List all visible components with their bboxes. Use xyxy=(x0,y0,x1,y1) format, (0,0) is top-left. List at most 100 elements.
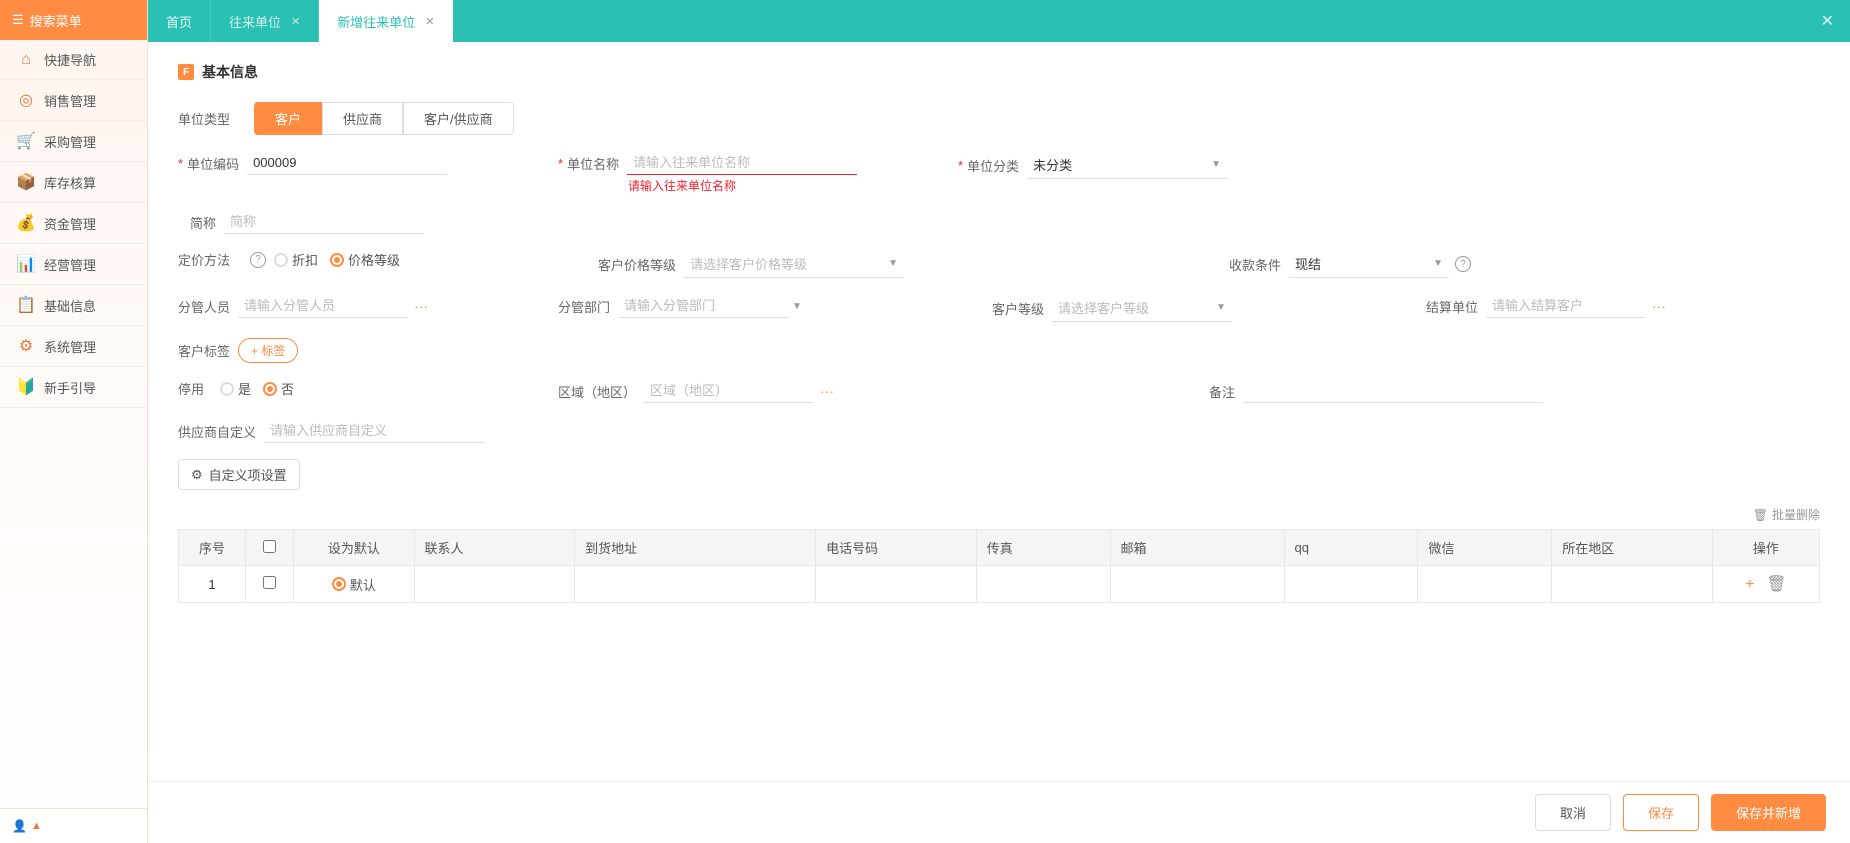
qq-input[interactable] xyxy=(1295,577,1408,592)
delete-row-button[interactable]: 🗑 xyxy=(1766,576,1786,593)
sidebar-item-basic-info[interactable]: 📋 基础信息 xyxy=(0,285,147,326)
wechat-input[interactable] xyxy=(1428,577,1541,592)
th-contact: 联系人 xyxy=(414,530,575,566)
pricing-group: 定价方法 ? 折扣 价格等级 xyxy=(178,250,558,269)
section-basic-info: F 基本信息 xyxy=(178,62,1820,82)
short-name-input[interactable] xyxy=(224,210,424,234)
th-checkbox xyxy=(245,530,293,566)
add-tag-button[interactable]: + 标签 xyxy=(238,338,298,363)
unit-code-input[interactable] xyxy=(247,151,447,175)
customer-level-select[interactable]: 请选择客户等级 ▼ xyxy=(1052,294,1232,322)
tag-group: 客户标签 + 标签 xyxy=(178,338,1820,363)
pricing-hint-icon[interactable]: ? xyxy=(250,252,266,268)
fax-input[interactable] xyxy=(987,577,1100,592)
department-group: 分管部门 ▼ xyxy=(558,294,952,318)
custom-settings-button[interactable]: ⚙ 自定义项设置 xyxy=(178,459,300,490)
cancel-button[interactable]: 取消 xyxy=(1535,794,1611,831)
type-btn-supplier[interactable]: 供应商 xyxy=(322,102,403,135)
unit-name-input[interactable] xyxy=(627,151,857,175)
save-new-button[interactable]: 保存并新增 xyxy=(1711,794,1826,831)
settlement-more-dots[interactable]: ··· xyxy=(1652,298,1666,314)
sidebar-item-inventory[interactable]: 📦 库存核算 xyxy=(0,162,147,203)
unit-category-select[interactable]: 未分类 ▼ xyxy=(1027,151,1227,179)
disable-radio-group: 是 否 xyxy=(220,379,294,398)
customer-level-label: 客户等级 xyxy=(992,299,1044,318)
address-input[interactable] xyxy=(585,577,805,592)
sidebar-item-purchase[interactable]: 🛒 采购管理 xyxy=(0,121,147,162)
tab-partner-new[interactable]: 新增往来单位 ✕ xyxy=(319,0,453,42)
sidebar-item-finance[interactable]: 💰 资金管理 xyxy=(0,203,147,244)
remark-group: 备注 xyxy=(1209,379,1820,403)
sidebar-bottom[interactable]: 👤 ▲ xyxy=(0,808,147,843)
phone-input[interactable] xyxy=(826,577,966,592)
radio-yes[interactable]: 是 xyxy=(220,379,251,398)
finance-icon: 💰 xyxy=(16,213,36,233)
customer-price-label: 客户价格等级 xyxy=(598,255,676,274)
th-email: 邮箱 xyxy=(1110,530,1284,566)
save-button[interactable]: 保存 xyxy=(1623,794,1699,831)
row-region xyxy=(1552,566,1713,603)
disable-label: 停用 xyxy=(178,379,204,398)
unit-name-label: 单位名称 xyxy=(567,154,619,173)
tag-row: 客户标签 + 标签 xyxy=(178,338,1820,363)
tab-partner-new-close[interactable]: ✕ xyxy=(425,15,434,28)
type-btn-both[interactable]: 客户/供应商 xyxy=(403,102,514,135)
customer-price-select[interactable]: 请选择客户价格等级 ▼ xyxy=(684,250,904,278)
region-row-input[interactable] xyxy=(1562,577,1702,592)
sidebar-item-label: 快捷导航 xyxy=(44,50,96,69)
payment-hint-icon[interactable]: ? xyxy=(1455,256,1471,272)
manager-row: 分管人员 ··· 分管部门 ▼ 客户等级 请选择客户等级 ▼ 结算单位 ··· xyxy=(178,294,1820,322)
tab-partner-list[interactable]: 往来单位 ✕ xyxy=(211,0,319,42)
tab-partner-new-label: 新增往来单位 xyxy=(337,12,415,31)
batch-delete-button[interactable]: 🗑 批量删除 xyxy=(1753,506,1820,523)
supplier-custom-input[interactable] xyxy=(264,419,484,443)
tab-home[interactable]: 首页 xyxy=(148,0,211,42)
department-input[interactable] xyxy=(618,294,788,318)
region-input[interactable] xyxy=(644,379,814,403)
supplier-custom-group: 供应商自定义 xyxy=(178,419,558,443)
form-content: F 基本信息 单位类型 客户 供应商 客户/供应商 * 单位编码 xyxy=(148,42,1850,781)
radio-circle-default xyxy=(332,577,346,591)
select-all-checkbox[interactable] xyxy=(263,540,276,553)
region-more-dots[interactable]: ··· xyxy=(820,383,834,399)
sidebar-item-quick-nav[interactable]: ⌂ 快捷导航 xyxy=(0,40,147,80)
radio-price-level[interactable]: 价格等级 xyxy=(330,250,400,269)
contact-input[interactable] xyxy=(425,577,565,592)
type-btn-customer[interactable]: 客户 xyxy=(254,102,322,135)
sidebar-item-operations[interactable]: 📊 经营管理 xyxy=(0,244,147,285)
radio-discount[interactable]: 折扣 xyxy=(274,250,318,269)
tab-home-label: 首页 xyxy=(166,12,192,31)
unit-category-label: 单位分类 xyxy=(967,156,1019,175)
sidebar: ☰ 搜索菜单 ⌂ 快捷导航 ◎ 销售管理 🛒 采购管理 📦 库存核算 💰 资金管… xyxy=(0,0,148,843)
basic-info-icon: 📋 xyxy=(16,295,36,315)
pricing-label: 定价方法 xyxy=(178,250,230,269)
system-icon: ⚙ xyxy=(16,336,36,356)
email-input[interactable] xyxy=(1121,577,1274,592)
sidebar-item-system[interactable]: ⚙ 系统管理 xyxy=(0,326,147,367)
manager-more-dots[interactable]: ··· xyxy=(414,298,428,314)
short-name-row: 简称 xyxy=(178,210,1820,234)
inventory-icon: 📦 xyxy=(16,172,36,192)
unit-type-row: 单位类型 客户 供应商 客户/供应商 xyxy=(178,102,1820,135)
row-checkbox[interactable] xyxy=(263,576,276,589)
sidebar-search[interactable]: ☰ 搜索菜单 xyxy=(0,0,147,40)
remark-input[interactable] xyxy=(1243,379,1543,403)
add-row-button[interactable]: + xyxy=(1745,576,1754,593)
payment-terms-select[interactable]: 现结 ▼ xyxy=(1289,250,1449,278)
row-default-radio[interactable]: 默认 xyxy=(304,575,403,594)
payment-terms-group: 收款条件 现结 ▼ ? xyxy=(1229,250,1820,278)
user-icon: 👤 xyxy=(12,819,27,833)
manager-input[interactable] xyxy=(238,294,408,318)
section-title-label: 基本信息 xyxy=(202,62,258,82)
radio-price-level-label: 价格等级 xyxy=(348,250,400,269)
tab-partner-list-close[interactable]: ✕ xyxy=(291,15,300,28)
settlement-input[interactable] xyxy=(1486,294,1646,318)
sidebar-item-sales[interactable]: ◎ 销售管理 xyxy=(0,80,147,121)
row-default-label: 默认 xyxy=(350,575,376,594)
radio-no[interactable]: 否 xyxy=(263,379,294,398)
delete-icon: 🗑 xyxy=(1753,508,1768,522)
radio-discount-label: 折扣 xyxy=(292,250,318,269)
chevron-down-icon3: ▼ xyxy=(1433,258,1443,269)
sidebar-item-guide[interactable]: 🔰 新手引导 xyxy=(0,367,147,408)
window-close-button[interactable]: ✕ xyxy=(1805,0,1850,42)
